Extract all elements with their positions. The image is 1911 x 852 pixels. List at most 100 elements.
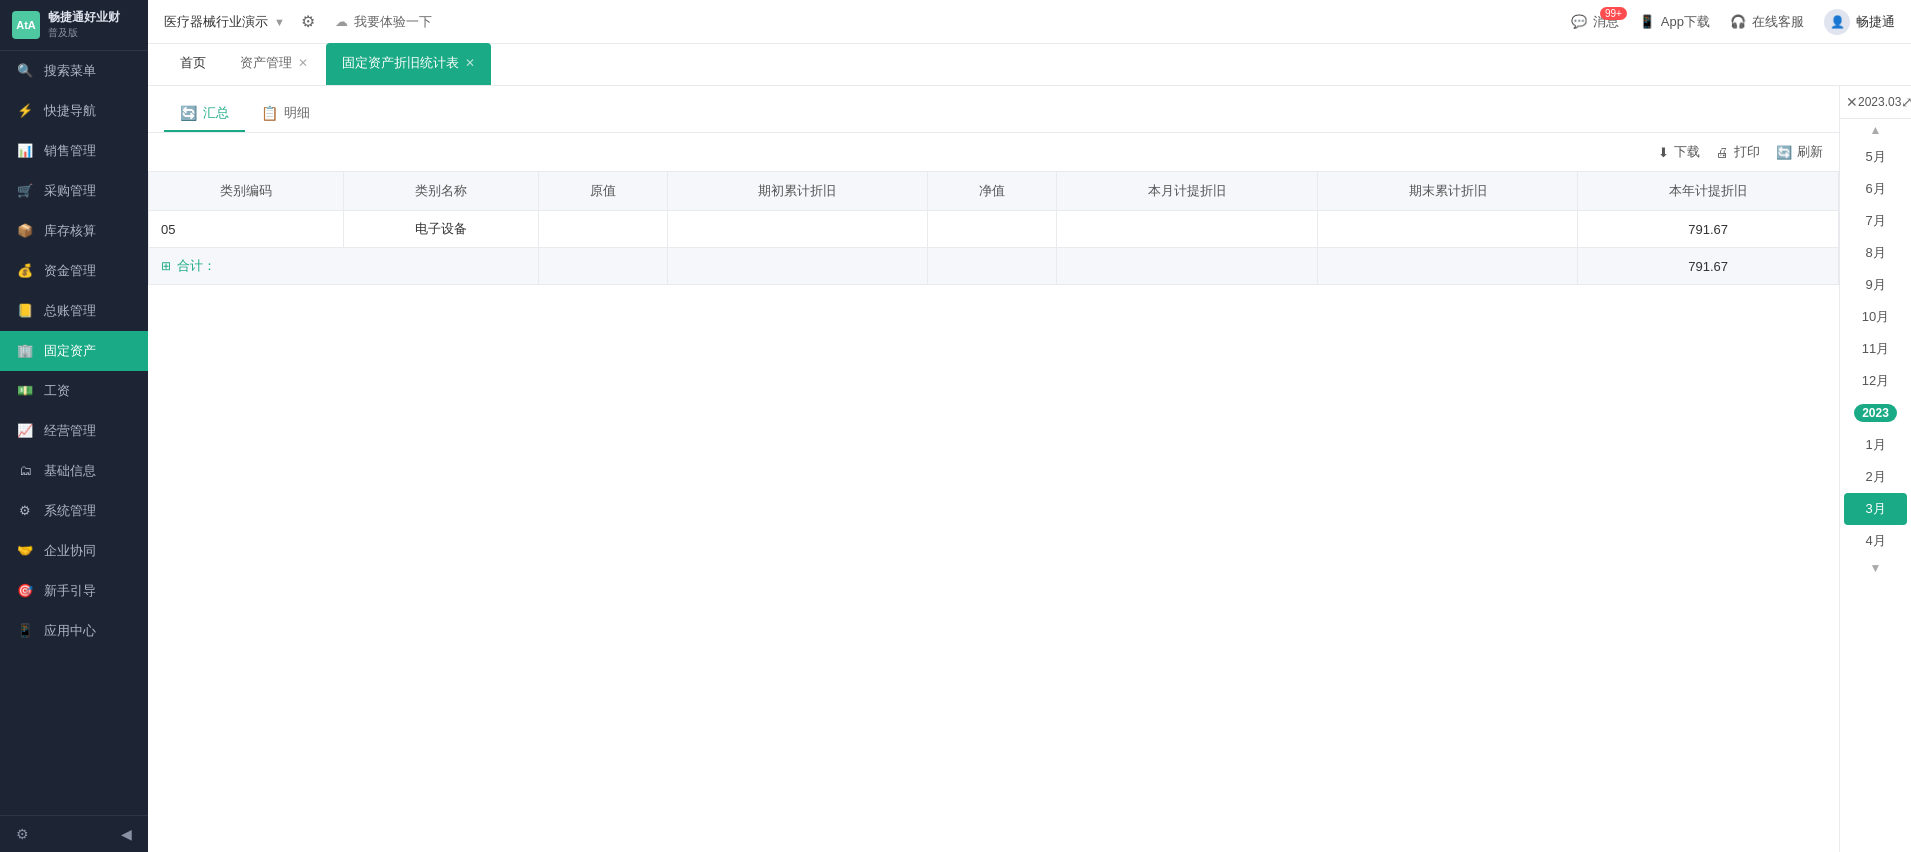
- sidebar-icon-4: 📦: [16, 222, 34, 240]
- sidebar-icon-12: 🤝: [16, 542, 34, 560]
- month-item-3[interactable]: 3月: [1844, 493, 1907, 525]
- total-icon: ⊞: [161, 259, 171, 273]
- col-year-depreciation: 本年计提折旧: [1578, 172, 1839, 211]
- sidebar-item-工资[interactable]: 💵 工资: [0, 371, 148, 411]
- tab-asset-management-label: 资产管理: [240, 54, 292, 72]
- content-area: 🔄 汇总 📋 明细 ⬇ 下载 🖨 打印 🔄: [148, 86, 1911, 852]
- month-item-11[interactable]: 11月: [1840, 333, 1911, 365]
- col-net-value: 净值: [928, 172, 1057, 211]
- month-item-10[interactable]: 10月: [1840, 301, 1911, 333]
- col-code: 类别编码: [149, 172, 344, 211]
- sidebar-label-13: 新手引导: [44, 582, 96, 600]
- sidebar-item-总账管理[interactable]: 📒 总账管理: [0, 291, 148, 331]
- total-label-text: 合计：: [177, 257, 216, 275]
- settings-icon[interactable]: ⚙: [16, 826, 29, 842]
- refresh-icon: 🔄: [1776, 145, 1792, 160]
- sidebar-item-销售管理[interactable]: 📊 销售管理: [0, 131, 148, 171]
- topbar-right: 💬 消息 99+ 📱 App下载 🎧 在线客服 👤 畅捷通: [1571, 9, 1895, 35]
- sidebar-header: AtA 畅捷通好业财 普及版: [0, 0, 148, 51]
- row-month-depreciation: [1057, 211, 1318, 248]
- sidebar-item-企业协同[interactable]: 🤝 企业协同: [0, 531, 148, 571]
- tab-close-asset-management[interactable]: ✕: [298, 56, 308, 70]
- sidebar-logo: AtA 畅捷通好业财 普及版: [12, 10, 136, 40]
- logo-icon: AtA: [12, 11, 40, 39]
- depreciation-table-container: 类别编码 类别名称 原值 期初累计折旧 净值 本月计提折旧 期末累计折旧 本年计…: [148, 171, 1839, 852]
- table-row: 05 电子设备 791.67: [149, 211, 1839, 248]
- customer-service-icon: 🎧: [1730, 14, 1746, 29]
- refresh-button[interactable]: 🔄 刷新: [1776, 143, 1823, 161]
- sidebar-label-9: 经营管理: [44, 422, 96, 440]
- tab-depreciation-table[interactable]: 固定资产折旧统计表 ✕: [326, 43, 491, 85]
- cloud-icon: ☁: [335, 14, 348, 29]
- sidebar-icon-11: ⚙: [16, 502, 34, 520]
- row-code: 05: [149, 211, 344, 248]
- sidebar-item-系统管理[interactable]: ⚙ 系统管理: [0, 491, 148, 531]
- month-item-1[interactable]: 1月: [1840, 429, 1911, 461]
- tab-home-label: 首页: [180, 54, 206, 72]
- customer-service-button[interactable]: 🎧 在线客服: [1730, 13, 1804, 31]
- sidebar-footer: ⚙ ◀: [0, 815, 148, 852]
- total-initial-depreciation: [667, 248, 928, 285]
- sidebar-label-6: 总账管理: [44, 302, 96, 320]
- sidebar-icon-13: 🎯: [16, 582, 34, 600]
- side-panel-close-icon[interactable]: ✕: [1846, 94, 1858, 110]
- scroll-down-button[interactable]: ▼: [1840, 557, 1911, 579]
- sidebar-icon-10: 🗂: [16, 462, 34, 480]
- month-item-5[interactable]: 5月: [1840, 141, 1911, 173]
- total-year-depreciation: 791.67: [1578, 248, 1839, 285]
- sidebar-item-基础信息[interactable]: 🗂 基础信息: [0, 451, 148, 491]
- user-profile[interactable]: 👤 畅捷通: [1824, 9, 1895, 35]
- tab-asset-management[interactable]: 资产管理 ✕: [224, 43, 324, 85]
- sidebar-icon-5: 💰: [16, 262, 34, 280]
- sub-tab-detail[interactable]: 📋 明细: [245, 96, 326, 132]
- month-item-9[interactable]: 9月: [1840, 269, 1911, 301]
- topbar-settings-icon[interactable]: ⚙: [301, 12, 315, 31]
- sidebar-item-应用中心[interactable]: 📱 应用中心: [0, 611, 148, 651]
- month-item-2[interactable]: 2月: [1840, 461, 1911, 493]
- sidebar-label-3: 采购管理: [44, 182, 96, 200]
- scroll-up-button[interactable]: ▲: [1840, 119, 1911, 141]
- total-end-depreciation: [1317, 248, 1578, 285]
- sidebar-item-经营管理[interactable]: 📈 经营管理: [0, 411, 148, 451]
- messages-badge: 99+: [1600, 7, 1627, 20]
- sidebar-item-固定资产[interactable]: 🏢 固定资产: [0, 331, 148, 371]
- print-button[interactable]: 🖨 打印: [1716, 143, 1760, 161]
- sidebar-icon-2: 📊: [16, 142, 34, 160]
- total-row: ⊞ 合计： 791.67: [149, 248, 1839, 285]
- side-panel-expand-icon[interactable]: ⤢: [1901, 94, 1911, 110]
- row-end-depreciation: [1317, 211, 1578, 248]
- sidebar-label-8: 工资: [44, 382, 70, 400]
- customer-service-label: 在线客服: [1752, 13, 1804, 31]
- row-initial-depreciation: [667, 211, 928, 248]
- sidebar-icon-6: 📒: [16, 302, 34, 320]
- month-item-6[interactable]: 6月: [1840, 173, 1911, 205]
- tab-close-depreciation[interactable]: ✕: [465, 56, 475, 70]
- download-icon: ⬇: [1658, 145, 1669, 160]
- tabs-bar: 首页 资产管理 ✕ 固定资产折旧统计表 ✕: [148, 44, 1911, 86]
- sidebar-item-资金管理[interactable]: 💰 资金管理: [0, 251, 148, 291]
- app-download-label: App下载: [1661, 13, 1710, 31]
- sidebar-item-新手引导[interactable]: 🎯 新手引导: [0, 571, 148, 611]
- toolbar: ⬇ 下载 🖨 打印 🔄 刷新: [148, 133, 1839, 171]
- sub-tab-summary[interactable]: 🔄 汇总: [164, 96, 245, 132]
- sidebar-item-搜索菜单[interactable]: 🔍 搜索菜单: [0, 51, 148, 91]
- avatar: 👤: [1824, 9, 1850, 35]
- sidebar-label-7: 固定资产: [44, 342, 96, 360]
- month-item-8[interactable]: 8月: [1840, 237, 1911, 269]
- month-item-7[interactable]: 7月: [1840, 205, 1911, 237]
- download-button[interactable]: ⬇ 下载: [1658, 143, 1700, 161]
- sidebar-label-10: 基础信息: [44, 462, 96, 480]
- sidebar-item-采购管理[interactable]: 🛒 采购管理: [0, 171, 148, 211]
- month-item-12[interactable]: 12月: [1840, 365, 1911, 397]
- sidebar-item-库存核算[interactable]: 📦 库存核算: [0, 211, 148, 251]
- collapse-icon[interactable]: ◀: [121, 826, 132, 842]
- month-item-4[interactable]: 4月: [1840, 525, 1911, 557]
- sidebar-item-快捷导航[interactable]: ⚡ 快捷导航: [0, 91, 148, 131]
- col-end-depreciation: 期末累计折旧: [1317, 172, 1578, 211]
- app-download-button[interactable]: 📱 App下载: [1639, 13, 1710, 31]
- company-selector[interactable]: 医疗器械行业演示 ▼: [164, 13, 285, 31]
- main-content: 医疗器械行业演示 ▼ ⚙ ☁ 我要体验一下 💬 消息 99+ 📱 App下载 🎧…: [148, 0, 1911, 852]
- feedback-button[interactable]: ☁ 我要体验一下: [335, 13, 432, 31]
- tab-home[interactable]: 首页: [164, 43, 222, 85]
- messages-button[interactable]: 💬 消息 99+: [1571, 13, 1619, 31]
